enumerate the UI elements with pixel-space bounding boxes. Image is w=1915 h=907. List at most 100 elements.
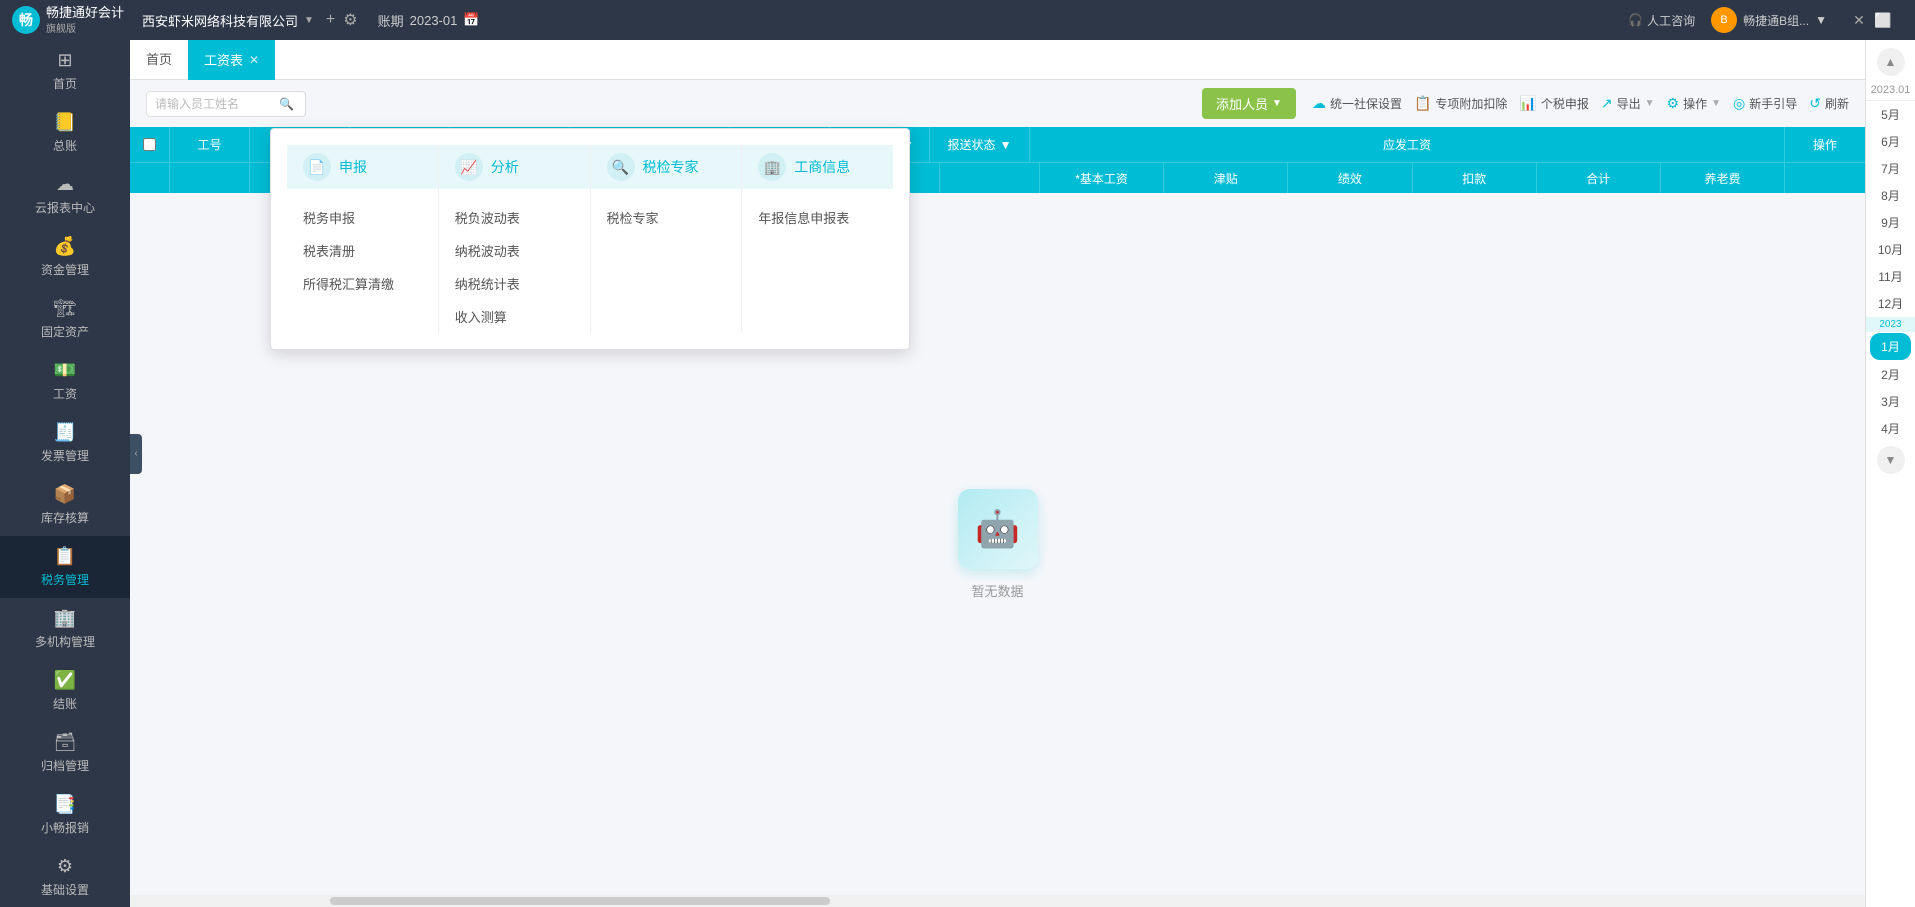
sidebar-item-税务管理[interactable]: 📋税务管理 xyxy=(0,536,130,598)
toolbar-action-3[interactable]: ↗导出▼ xyxy=(1601,95,1655,112)
toolbar-action-6[interactable]: ↺刷新 xyxy=(1809,95,1849,112)
company-name: 西安虾米网络科技有限公司 xyxy=(142,11,298,30)
sidebar-icon-6: 🧾 xyxy=(54,422,76,443)
sidebar-item-小畅报销[interactable]: 📑小畅报销 xyxy=(0,784,130,846)
timeline-month-6月[interactable]: 6月 xyxy=(1866,128,1915,155)
sidebar-item-工资[interactable]: 💵工资 xyxy=(0,350,130,412)
sidebar-item-归档管理[interactable]: 🗃归档管理 xyxy=(0,722,130,784)
dropdown-item-2-0[interactable]: 税检专家 xyxy=(607,201,726,234)
sidebar-item-云报表中心[interactable]: ☁云报表中心 xyxy=(0,164,130,226)
th-salary-group-label: 应发工资 xyxy=(1030,127,1785,162)
dropdown-item-1-1[interactable]: 纳税波动表 xyxy=(455,234,574,267)
window-close-btn[interactable]: ✕ xyxy=(1851,12,1867,28)
select-all-checkbox[interactable] xyxy=(143,138,156,151)
action-label-0: 统一社保设置 xyxy=(1330,95,1402,112)
main-layout: ⊞首页 📒 总账 ☁云报表中心💰资金管理🏗固定资产💵工资 🧾 发票管理 📦库存核算📋税务管理… xyxy=(0,40,1915,907)
tab-close-btn[interactable]: ✕ xyxy=(249,53,259,67)
sidebar-item-结账[interactable]: ✅结账 xyxy=(0,660,130,722)
support-button[interactable]: 🎧 人工咨询 xyxy=(1628,12,1695,29)
search-input[interactable] xyxy=(155,97,275,111)
timeline-month-3月[interactable]: 3月 xyxy=(1866,388,1915,415)
action-icon-0: ☁ xyxy=(1312,95,1326,112)
sidebar-item-库存核算[interactable]: 📦库存核算 xyxy=(0,474,130,536)
window-controls: ✕ ⬜ xyxy=(1839,0,1903,40)
timeline-month-10月[interactable]: 10月 xyxy=(1866,236,1915,263)
dropdown-item-1-3[interactable]: 收入测算 xyxy=(455,300,574,333)
sidebar-icon-7: 📦 xyxy=(54,484,76,505)
toolbar-action-0[interactable]: ☁统一社保设置 xyxy=(1312,95,1402,112)
toolbar-action-1[interactable]: 📋专项附加扣除 xyxy=(1414,95,1507,112)
timeline-down-btn[interactable]: ▼ xyxy=(1877,446,1905,474)
sidebar-icon-2: ☁ xyxy=(56,174,74,195)
period-display: 账期 2023-01 📅 xyxy=(378,11,480,30)
sidebar-item-多机构管理[interactable]: 🏢多机构管理 xyxy=(0,598,130,660)
add-person-button[interactable]: 添加人员 ▼ xyxy=(1202,88,1296,119)
empty-icon: 🤖 xyxy=(958,489,1038,569)
sidebar-item-固定资产[interactable]: 🏗固定资产 xyxy=(0,288,130,350)
search-box[interactable]: 🔍 xyxy=(146,91,306,117)
logo-icon: 畅 xyxy=(12,6,40,34)
sidebar-label-6: 发票管理 xyxy=(41,447,89,464)
sidebar-icon-8: 📋 xyxy=(54,546,76,567)
add-dropdown-arrow: ▼ xyxy=(1272,98,1282,109)
sidebar-label-11: 归档管理 xyxy=(41,757,89,774)
sidebar-collapse-btn[interactable]: ‹ xyxy=(130,434,142,474)
company-selector[interactable]: 西安虾米网络科技有限公司 ▼ xyxy=(142,11,314,30)
dropdown-item-0-1[interactable]: 税表清册 xyxy=(303,234,422,267)
dropdown-col-icon-3: 🏢 xyxy=(758,153,786,181)
action-icon-4: ⚙ xyxy=(1667,95,1680,112)
add-person-label: 添加人员 xyxy=(1216,94,1268,113)
timeline-month-1月[interactable]: 1月 xyxy=(1870,333,1911,360)
tab-home[interactable]: 首页 xyxy=(130,40,188,80)
toolbar-action-5[interactable]: ◎新手引导 xyxy=(1733,95,1797,112)
user-label: 畅捷通B组... xyxy=(1743,12,1809,29)
th-deduction: 扣款 xyxy=(1413,163,1537,193)
sidebar-label-1: 总账 xyxy=(53,137,77,154)
dropdown-col-title-2: 税检专家 xyxy=(643,157,699,177)
dropdown-item-0-0[interactable]: 税务申报 xyxy=(303,201,422,234)
sidebar-item-基础设置[interactable]: ⚙基础设置 xyxy=(0,846,130,907)
dropdown-item-1-0[interactable]: 税负波动表 xyxy=(455,201,574,234)
toolbar-action-4[interactable]: ⚙操作▼ xyxy=(1667,95,1721,112)
report-filter-icon[interactable]: ▼ xyxy=(1000,138,1012,152)
toolbar-action-2[interactable]: 📊个税申报 xyxy=(1519,95,1588,112)
toolbar-actions: ☁统一社保设置 📋专项附加扣除 📊个税申报 ↗导出▼ ⚙操作▼ ◎新手引导 ↺刷新 xyxy=(1312,95,1849,112)
top-bar: 畅 畅捷通好会计 旗舰版 西安虾米网络科技有限公司 ▼ + ⚙ 账期 2023-… xyxy=(0,0,1915,40)
timeline-up-btn[interactable]: ▲ xyxy=(1877,48,1905,76)
sidebar-label-9: 多机构管理 xyxy=(35,633,95,650)
scrollbar-thumb[interactable] xyxy=(330,897,830,905)
th-checkbox[interactable] xyxy=(130,127,170,162)
window-restore-btn[interactable]: ⬜ xyxy=(1875,12,1891,28)
timeline-month-4月[interactable]: 4月 xyxy=(1866,415,1915,442)
timeline-year-label: 2023.01 xyxy=(1866,80,1915,101)
action-icon-1: 📋 xyxy=(1414,95,1431,112)
timeline-month-11月[interactable]: 11月 xyxy=(1866,263,1915,290)
top-bar-right: 🎧 人工咨询 B 畅捷通B组... ▼ xyxy=(1628,7,1827,33)
dropdown-columns: 📄申报税务申报税表清册所得税汇算清缴📈分析税负波动表纳税波动表纳税统计表收入测算… xyxy=(287,145,893,333)
settings-button[interactable]: ⚙ xyxy=(343,10,357,30)
timeline-month-2月[interactable]: 2月 xyxy=(1866,361,1915,388)
user-menu[interactable]: B 畅捷通B组... ▼ xyxy=(1711,7,1827,33)
sidebar-item-总账[interactable]: 📒 总账 xyxy=(0,102,130,164)
dropdown-item-0-2[interactable]: 所得税汇算清缴 xyxy=(303,267,422,300)
timeline-month-7月[interactable]: 7月 xyxy=(1866,155,1915,182)
timeline-month-9月[interactable]: 9月 xyxy=(1866,209,1915,236)
sidebar-item-首页[interactable]: ⊞首页 xyxy=(0,40,130,102)
sidebar-item-发票管理[interactable]: 🧾 发票管理 xyxy=(0,412,130,474)
timeline-current-year: 2023 xyxy=(1866,317,1915,332)
sidebar-icon-1: 📒 xyxy=(54,112,76,133)
tab-salary[interactable]: 工资表 ✕ xyxy=(188,40,275,80)
timeline-month-5月[interactable]: 5月 xyxy=(1866,101,1915,128)
calendar-icon[interactable]: 📅 xyxy=(463,12,479,28)
timeline-month-12月[interactable]: 12月 xyxy=(1866,290,1915,317)
table-scrollbar[interactable] xyxy=(130,895,1865,907)
dropdown-col-2: 🔍税检专家税检专家 xyxy=(591,145,743,333)
th-performance: 绩效 xyxy=(1288,163,1412,193)
sidebar-item-资金管理[interactable]: 💰资金管理 xyxy=(0,226,130,288)
dropdown-item-1-2[interactable]: 纳税统计表 xyxy=(455,267,574,300)
add-button[interactable]: + xyxy=(326,11,335,29)
dropdown-item-3-0[interactable]: 年报信息申报表 xyxy=(758,201,877,234)
timeline-month-8月[interactable]: 8月 xyxy=(1866,182,1915,209)
dropdown-col-icon-1: 📈 xyxy=(455,153,483,181)
sidebar-icon-5: 💵 xyxy=(54,360,76,381)
